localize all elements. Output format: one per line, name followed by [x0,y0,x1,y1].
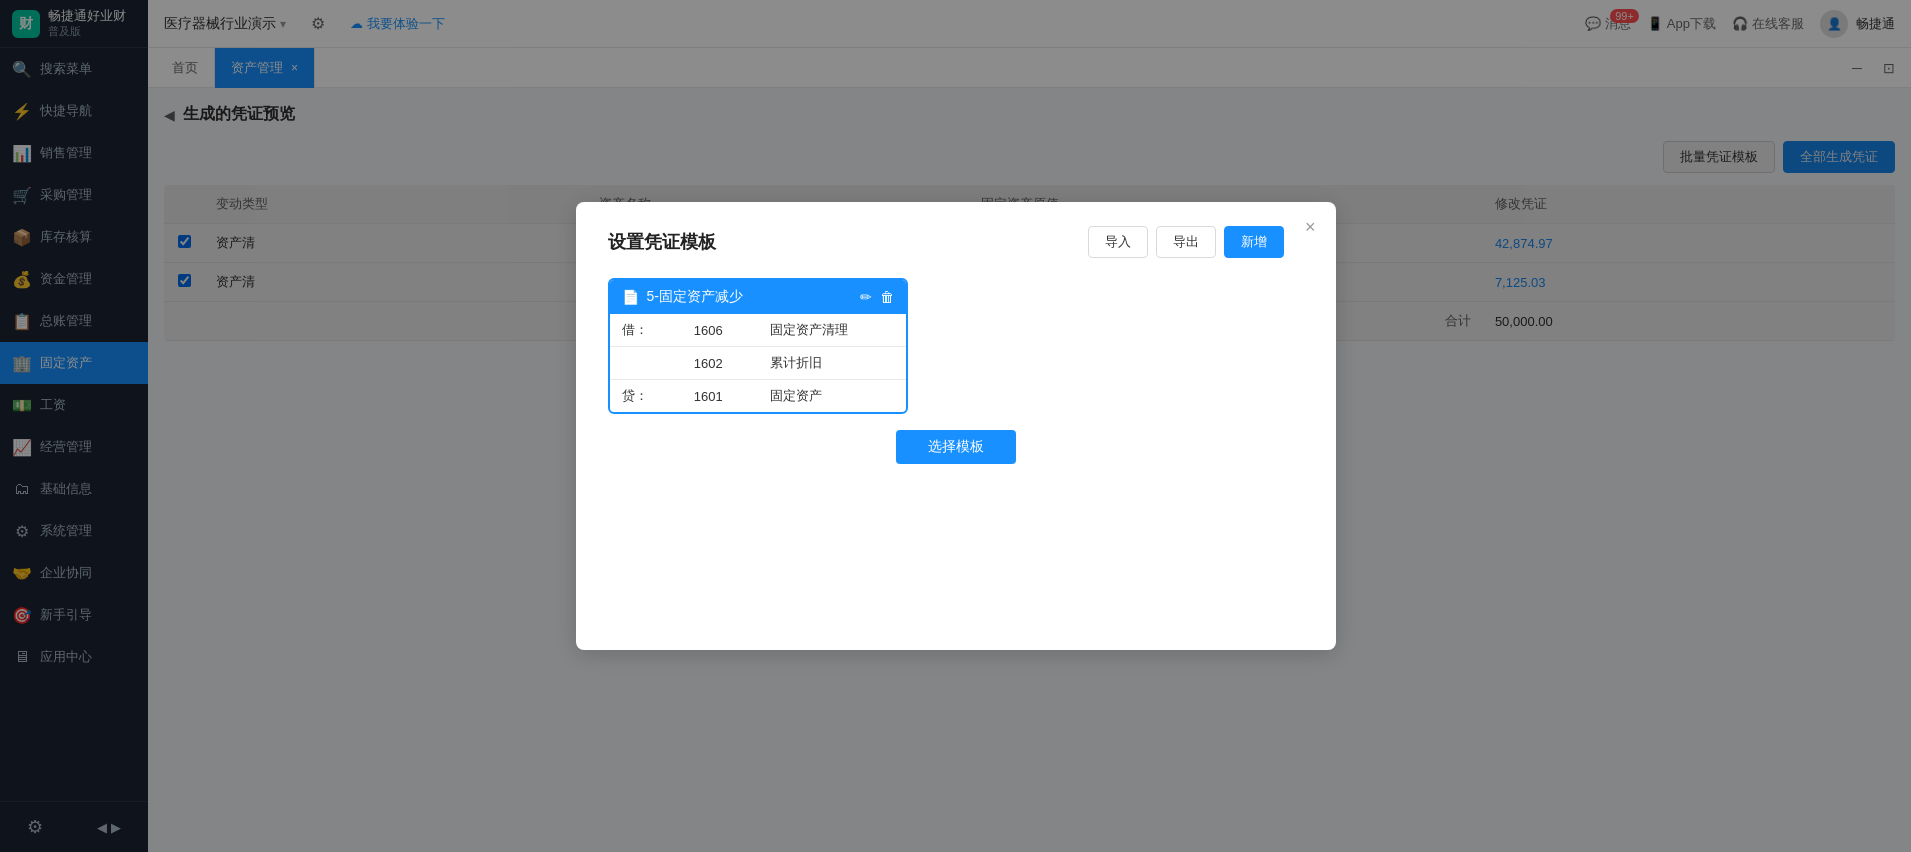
template-entry-row: 1602 累计折旧 [610,347,906,380]
modal-toolbar: 导入 导出 新增 [1088,226,1284,258]
entry1-account: 固定资产清理 [758,314,905,347]
entry3-direction: 贷： [610,380,682,413]
entry2-code: 1602 [682,347,758,380]
new-btn[interactable]: 新增 [1224,226,1284,258]
template-body: 借： 1606 固定资产清理 1602 累计折旧 贷： [610,314,906,412]
modal-content: 📄 5-固定资产减少 ✏ 🗑 借： 1606 固 [608,278,1304,618]
entry2-account: 累计折旧 [758,347,905,380]
template-card-header: 📄 5-固定资产减少 ✏ 🗑 [610,280,906,314]
modal-close-btn[interactable]: × [1305,218,1316,236]
template-edit-btn[interactable]: ✏ [860,289,872,305]
template-card-actions: ✏ 🗑 [860,289,894,305]
template-doc-icon: 📄 [622,289,639,305]
export-btn[interactable]: 导出 [1156,226,1216,258]
entry2-direction [610,347,682,380]
entry1-code: 1606 [682,314,758,347]
template-card: 📄 5-固定资产减少 ✏ 🗑 借： 1606 固 [608,278,908,414]
voucher-template-modal: 设置凭证模板 导入 导出 新增 × 📄 5-固定资产减少 ✏ 🗑 [576,202,1336,650]
template-id-name: 5-固定资产减少 [647,288,743,306]
entry3-code: 1601 [682,380,758,413]
select-template-btn[interactable]: 选择模板 [896,430,1016,464]
entry1-direction: 借： [610,314,682,347]
template-card-title: 📄 5-固定资产减少 [622,288,743,306]
import-btn[interactable]: 导入 [1088,226,1148,258]
entry3-account: 固定资产 [758,380,905,413]
modal-overlay: 设置凭证模板 导入 导出 新增 × 📄 5-固定资产减少 ✏ 🗑 [0,0,1911,852]
select-template-btn-wrap: 选择模板 [608,430,1304,464]
template-delete-btn[interactable]: 🗑 [880,289,894,305]
template-entry-row: 借： 1606 固定资产清理 [610,314,906,347]
template-entry-row: 贷： 1601 固定资产 [610,380,906,413]
